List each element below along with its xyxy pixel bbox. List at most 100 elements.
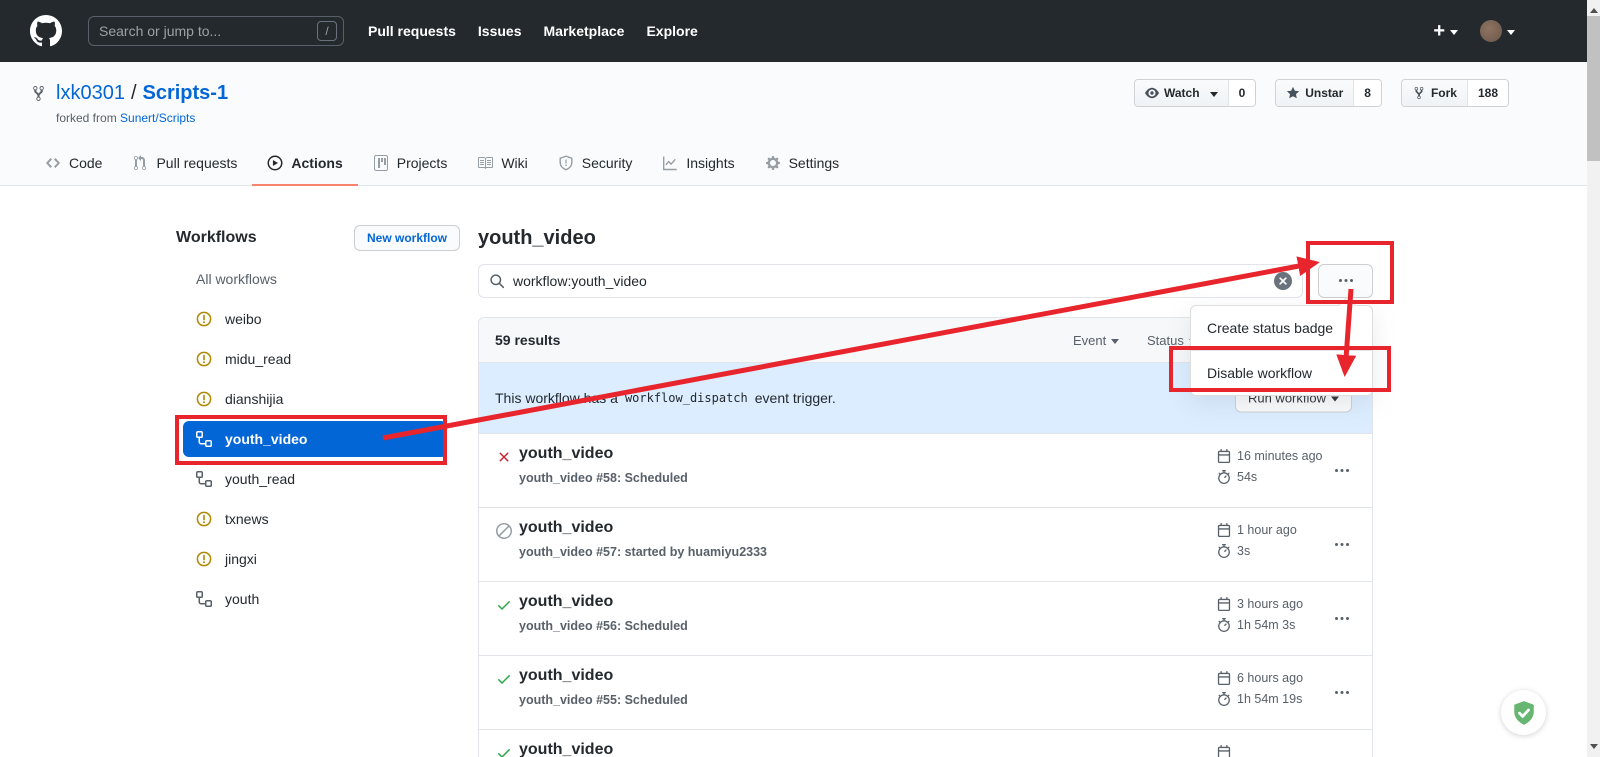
run-title-link[interactable]: youth_video <box>519 593 613 611</box>
tab-settings[interactable]: Settings <box>750 142 855 186</box>
sidebar-item-jingxi[interactable]: jingxi <box>176 539 460 579</box>
sidebar-item-txnews[interactable]: txnews <box>176 499 460 539</box>
github-logo-icon[interactable] <box>30 15 62 47</box>
nav-explore[interactable]: Explore <box>646 23 697 39</box>
sidebar-item-weibo[interactable]: weibo <box>176 299 460 339</box>
run-time: 1 hour ago <box>1237 523 1297 537</box>
tab-actions[interactable]: Actions <box>252 142 357 186</box>
banner-code: workflow_dispatch <box>625 391 748 405</box>
play-icon <box>267 155 283 171</box>
run-meta <box>1217 741 1237 757</box>
run-duration: 1h 54m 19s <box>1237 692 1302 706</box>
sidebar-item-all-workflows[interactable]: All workflows <box>176 259 460 299</box>
tab-pull-requests[interactable]: Pull requests <box>117 142 252 186</box>
run-subtitle: youth_video #56: Scheduled <box>519 619 688 633</box>
run-time: 16 minutes ago <box>1237 449 1322 463</box>
tab-insights[interactable]: Insights <box>647 142 749 186</box>
warning-icon <box>196 351 212 367</box>
page-title: youth_video <box>478 227 1373 250</box>
tab-wiki[interactable]: Wiki <box>462 142 542 186</box>
run-options-kebab-icon[interactable] <box>1334 685 1350 701</box>
watch-count[interactable]: 0 <box>1228 80 1256 106</box>
stopwatch-icon <box>1217 692 1231 706</box>
caret-down-icon <box>1331 397 1339 406</box>
global-search-box[interactable]: / <box>88 16 344 46</box>
search-icon <box>489 273 505 289</box>
global-search-input[interactable] <box>99 23 317 39</box>
menu-item-create-status-badge[interactable]: Create status badge <box>1191 310 1372 346</box>
run-duration: 1h 54m 3s <box>1237 618 1295 632</box>
unstar-button[interactable]: Unstar <box>1276 80 1353 106</box>
global-header: / Pull requests Issues Marketplace Explo… <box>0 0 1587 62</box>
forked-from-link[interactable]: Sunert/Scripts <box>120 111 195 125</box>
sidebar-item-youth[interactable]: youth <box>176 579 460 619</box>
warning-icon <box>196 551 212 567</box>
run-title-link[interactable]: youth_video <box>519 519 613 537</box>
fork-button[interactable]: Fork <box>1402 80 1467 106</box>
shield-check-icon <box>1511 700 1537 726</box>
sidebar-item-youth-video[interactable]: youth_video <box>183 421 447 457</box>
run-title-link[interactable]: youth_video <box>519 741 613 757</box>
calendar-icon <box>1217 597 1231 611</box>
fork-count[interactable]: 188 <box>1467 80 1508 106</box>
workflow-options-button[interactable] <box>1318 264 1373 298</box>
repo-name-link[interactable]: Scripts-1 <box>143 82 229 105</box>
runs-filter-input[interactable] <box>513 273 1266 289</box>
caret-down-icon <box>1507 30 1515 39</box>
runs-filter-box[interactable] <box>478 264 1303 298</box>
sidebar-item-youth-read[interactable]: youth_read <box>176 459 460 499</box>
star-icon <box>1286 86 1300 100</box>
nav-marketplace[interactable]: Marketplace <box>544 23 625 39</box>
workflows-list: All workflows weibo midu_read dianshijia… <box>176 259 460 619</box>
run-options-kebab-icon[interactable] <box>1334 463 1350 479</box>
stopwatch-icon <box>1217 618 1231 632</box>
run-subtitle: youth_video #57: started by huamiyu2333 <box>519 545 767 559</box>
star-button-group: Unstar 8 <box>1275 79 1382 107</box>
repo-separator: / <box>131 82 137 105</box>
new-workflow-button[interactable]: New workflow <box>354 225 460 251</box>
tab-projects[interactable]: Projects <box>358 142 463 186</box>
search-shortcut-hint: / <box>317 21 337 41</box>
sidebar-item-dianshijia[interactable]: dianshijia <box>176 379 460 419</box>
github-actions-page: / Pull requests Issues Marketplace Explo… <box>0 0 1600 757</box>
run-title-link[interactable]: youth_video <box>519 667 613 685</box>
run-options-kebab-icon[interactable] <box>1334 611 1350 627</box>
header-nav: Pull requests Issues Marketplace Explore <box>368 23 698 39</box>
clear-filter-icon[interactable] <box>1274 272 1292 290</box>
watch-button[interactable]: Watch <box>1135 80 1228 106</box>
forked-from-text: forked from <box>56 111 120 125</box>
calendar-icon <box>1217 671 1231 685</box>
nav-issues[interactable]: Issues <box>478 23 522 39</box>
repo-forked-icon <box>1412 86 1426 100</box>
run-title-link[interactable]: youth_video <box>519 445 613 463</box>
star-count[interactable]: 8 <box>1353 80 1381 106</box>
run-options-kebab-icon[interactable] <box>1334 537 1350 553</box>
vertical-scrollbar[interactable] <box>1587 0 1600 757</box>
create-new-dropdown[interactable]: + <box>1433 21 1458 41</box>
menu-item-disable-workflow[interactable]: Disable workflow <box>1191 355 1372 391</box>
run-cancelled-icon <box>496 523 512 539</box>
run-time: 3 hours ago <box>1237 597 1303 611</box>
repo-forked-icon <box>30 85 47 102</box>
adblock-shield-fab[interactable] <box>1501 690 1546 735</box>
workflow-icon <box>196 471 212 487</box>
scrollbar-up-arrow[interactable] <box>1590 4 1598 13</box>
run-success-icon <box>496 671 512 687</box>
calendar-icon <box>1217 449 1231 463</box>
tab-security[interactable]: Security <box>543 142 648 186</box>
run-meta: 3 hours ago 1h 54m 3s <box>1217 593 1303 635</box>
tab-code[interactable]: Code <box>30 142 117 186</box>
scrollbar-down-arrow[interactable] <box>1590 744 1598 753</box>
repo-owner-link[interactable]: lxk0301 <box>56 82 125 105</box>
unstar-label: Unstar <box>1305 86 1343 100</box>
calendar-icon <box>1217 523 1231 537</box>
eye-icon <box>1145 86 1159 100</box>
project-icon <box>373 155 389 171</box>
sidebar-item-midu-read[interactable]: midu_read <box>176 339 460 379</box>
fork-label: Fork <box>1431 86 1457 100</box>
scrollbar-thumb[interactable] <box>1587 16 1600 161</box>
event-filter-dropdown[interactable]: Event <box>1073 318 1119 363</box>
avatar[interactable] <box>1480 20 1502 42</box>
user-menu[interactable] <box>1480 20 1515 42</box>
nav-pull-requests[interactable]: Pull requests <box>368 23 456 39</box>
